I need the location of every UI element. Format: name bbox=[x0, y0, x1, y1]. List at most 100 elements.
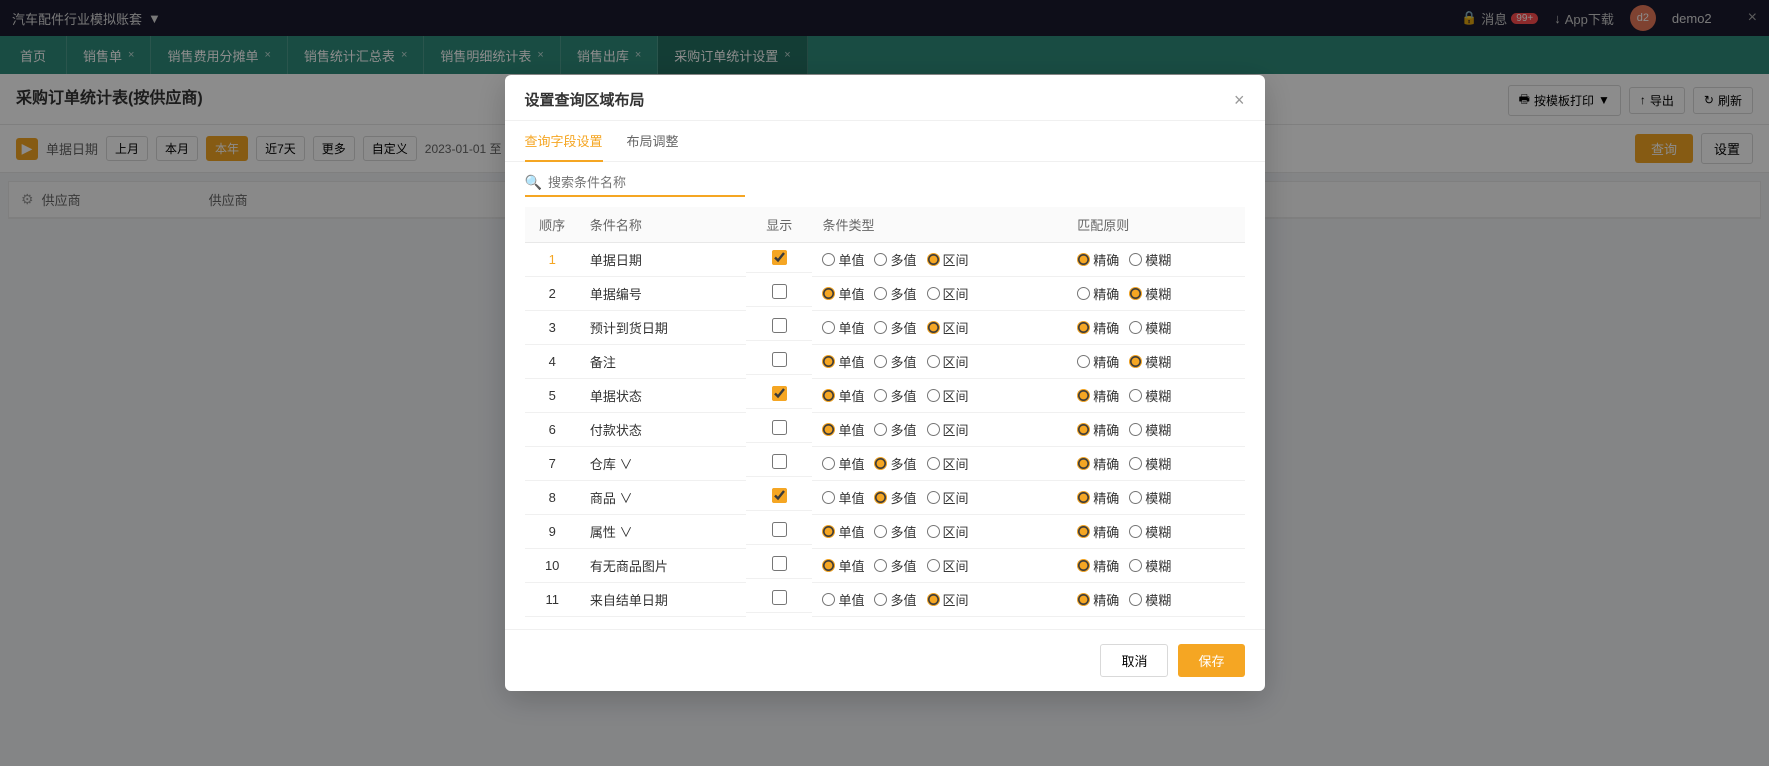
match-match_fuzzy-radio[interactable] bbox=[1129, 525, 1142, 538]
match-match_exact-label[interactable]: 精确 bbox=[1077, 420, 1119, 439]
type-type_multi-label[interactable]: 多值 bbox=[874, 420, 916, 439]
match-match_fuzzy-radio[interactable] bbox=[1129, 355, 1142, 368]
type-type_range-radio[interactable] bbox=[927, 559, 940, 572]
type-type_range-label[interactable]: 区间 bbox=[927, 488, 969, 507]
match-match_fuzzy-radio[interactable] bbox=[1129, 389, 1142, 402]
match-match_exact-radio[interactable] bbox=[1077, 321, 1090, 334]
type-type_multi-label[interactable]: 多值 bbox=[874, 454, 916, 473]
match-match_fuzzy-radio[interactable] bbox=[1129, 253, 1142, 266]
type-type_range-label[interactable]: 区间 bbox=[927, 556, 969, 575]
type-type_single-radio[interactable] bbox=[822, 355, 835, 368]
match-match_exact-radio[interactable] bbox=[1077, 355, 1090, 368]
type-type_multi-radio[interactable] bbox=[874, 355, 887, 368]
match-match_exact-label[interactable]: 精确 bbox=[1077, 454, 1119, 473]
type-type_single-label[interactable]: 单值 bbox=[822, 590, 864, 609]
type-type_range-radio[interactable] bbox=[927, 593, 940, 606]
type-type_range-radio[interactable] bbox=[927, 423, 940, 436]
type-type_multi-radio[interactable] bbox=[874, 287, 887, 300]
match-match_fuzzy-label[interactable]: 模糊 bbox=[1129, 522, 1171, 541]
display-checkbox[interactable] bbox=[772, 488, 787, 503]
type-type_range-radio[interactable] bbox=[927, 389, 940, 402]
type-type_single-radio[interactable] bbox=[822, 559, 835, 572]
match-match_fuzzy-label[interactable]: 模糊 bbox=[1129, 488, 1171, 507]
display-checkbox[interactable] bbox=[772, 318, 787, 333]
display-checkbox[interactable] bbox=[772, 454, 787, 469]
type-type_multi-label[interactable]: 多值 bbox=[874, 386, 916, 405]
type-type_multi-radio[interactable] bbox=[874, 525, 887, 538]
match-match_fuzzy-radio[interactable] bbox=[1129, 287, 1142, 300]
match-match_exact-radio[interactable] bbox=[1077, 253, 1090, 266]
type-type_range-label[interactable]: 区间 bbox=[927, 318, 969, 337]
match-match_fuzzy-label[interactable]: 模糊 bbox=[1129, 590, 1171, 609]
match-match_exact-label[interactable]: 精确 bbox=[1077, 386, 1119, 405]
type-type_single-radio[interactable] bbox=[822, 593, 835, 606]
type-type_range-radio[interactable] bbox=[927, 321, 940, 334]
save-button[interactable]: 保存 bbox=[1178, 644, 1244, 677]
type-type_single-radio[interactable] bbox=[822, 389, 835, 402]
row-display[interactable] bbox=[746, 583, 812, 613]
match-match_exact-radio[interactable] bbox=[1077, 287, 1090, 300]
type-type_single-label[interactable]: 单值 bbox=[822, 420, 864, 439]
dialog-close-button[interactable]: × bbox=[1234, 91, 1245, 109]
type-type_multi-radio[interactable] bbox=[874, 593, 887, 606]
type-type_multi-label[interactable]: 多值 bbox=[874, 590, 916, 609]
row-display[interactable] bbox=[746, 311, 812, 341]
match-match_exact-radio[interactable] bbox=[1077, 491, 1090, 504]
type-type_range-radio[interactable] bbox=[927, 355, 940, 368]
type-type_range-label[interactable]: 区间 bbox=[927, 522, 969, 541]
type-type_single-radio[interactable] bbox=[822, 457, 835, 470]
row-display[interactable] bbox=[746, 447, 812, 477]
match-match_fuzzy-radio[interactable] bbox=[1129, 593, 1142, 606]
type-type_single-label[interactable]: 单值 bbox=[822, 522, 864, 541]
match-match_fuzzy-radio[interactable] bbox=[1129, 457, 1142, 470]
match-match_exact-radio[interactable] bbox=[1077, 593, 1090, 606]
tab-layout-adjust[interactable]: 布局调整 bbox=[627, 121, 679, 162]
type-type_single-label[interactable]: 单值 bbox=[822, 250, 864, 269]
type-type_range-radio[interactable] bbox=[927, 287, 940, 300]
display-checkbox[interactable] bbox=[772, 250, 787, 265]
match-match_exact-label[interactable]: 精确 bbox=[1077, 488, 1119, 507]
type-type_single-label[interactable]: 单值 bbox=[822, 488, 864, 507]
match-match_exact-label[interactable]: 精确 bbox=[1077, 284, 1119, 303]
type-type_single-label[interactable]: 单值 bbox=[822, 284, 864, 303]
match-match_exact-label[interactable]: 精确 bbox=[1077, 352, 1119, 371]
match-match_fuzzy-radio[interactable] bbox=[1129, 559, 1142, 572]
match-match_fuzzy-label[interactable]: 模糊 bbox=[1129, 420, 1171, 439]
match-match_exact-radio[interactable] bbox=[1077, 525, 1090, 538]
type-type_single-label[interactable]: 单值 bbox=[822, 318, 864, 337]
type-type_multi-label[interactable]: 多值 bbox=[874, 250, 916, 269]
display-checkbox[interactable] bbox=[772, 386, 787, 401]
type-type_range-label[interactable]: 区间 bbox=[927, 590, 969, 609]
match-match_fuzzy-label[interactable]: 模糊 bbox=[1129, 250, 1171, 269]
type-type_single-label[interactable]: 单值 bbox=[822, 454, 864, 473]
type-type_single-radio[interactable] bbox=[822, 287, 835, 300]
match-match_exact-radio[interactable] bbox=[1077, 423, 1090, 436]
type-type_single-radio[interactable] bbox=[822, 321, 835, 334]
match-match_fuzzy-label[interactable]: 模糊 bbox=[1129, 386, 1171, 405]
row-display[interactable] bbox=[746, 515, 812, 545]
type-type_multi-radio[interactable] bbox=[874, 389, 887, 402]
type-type_range-label[interactable]: 区间 bbox=[927, 386, 969, 405]
type-type_single-label[interactable]: 单值 bbox=[822, 352, 864, 371]
type-type_single-label[interactable]: 单值 bbox=[822, 386, 864, 405]
type-type_range-label[interactable]: 区间 bbox=[927, 352, 969, 371]
match-match_exact-radio[interactable] bbox=[1077, 559, 1090, 572]
type-type_multi-radio[interactable] bbox=[874, 423, 887, 436]
type-type_multi-label[interactable]: 多值 bbox=[874, 284, 916, 303]
type-type_multi-radio[interactable] bbox=[874, 559, 887, 572]
row-display[interactable] bbox=[746, 413, 812, 443]
type-type_range-label[interactable]: 区间 bbox=[927, 454, 969, 473]
display-checkbox[interactable] bbox=[772, 420, 787, 435]
tab-query-fields[interactable]: 查询字段设置 bbox=[525, 121, 603, 162]
cancel-button[interactable]: 取消 bbox=[1100, 644, 1168, 677]
match-match_fuzzy-radio[interactable] bbox=[1129, 491, 1142, 504]
match-match_exact-label[interactable]: 精确 bbox=[1077, 250, 1119, 269]
match-match_exact-label[interactable]: 精确 bbox=[1077, 556, 1119, 575]
display-checkbox[interactable] bbox=[772, 522, 787, 537]
match-match_fuzzy-label[interactable]: 模糊 bbox=[1129, 352, 1171, 371]
row-display[interactable] bbox=[746, 481, 812, 511]
display-checkbox[interactable] bbox=[772, 556, 787, 571]
match-match_fuzzy-label[interactable]: 模糊 bbox=[1129, 284, 1171, 303]
display-checkbox[interactable] bbox=[772, 590, 787, 605]
type-type_range-label[interactable]: 区间 bbox=[927, 420, 969, 439]
